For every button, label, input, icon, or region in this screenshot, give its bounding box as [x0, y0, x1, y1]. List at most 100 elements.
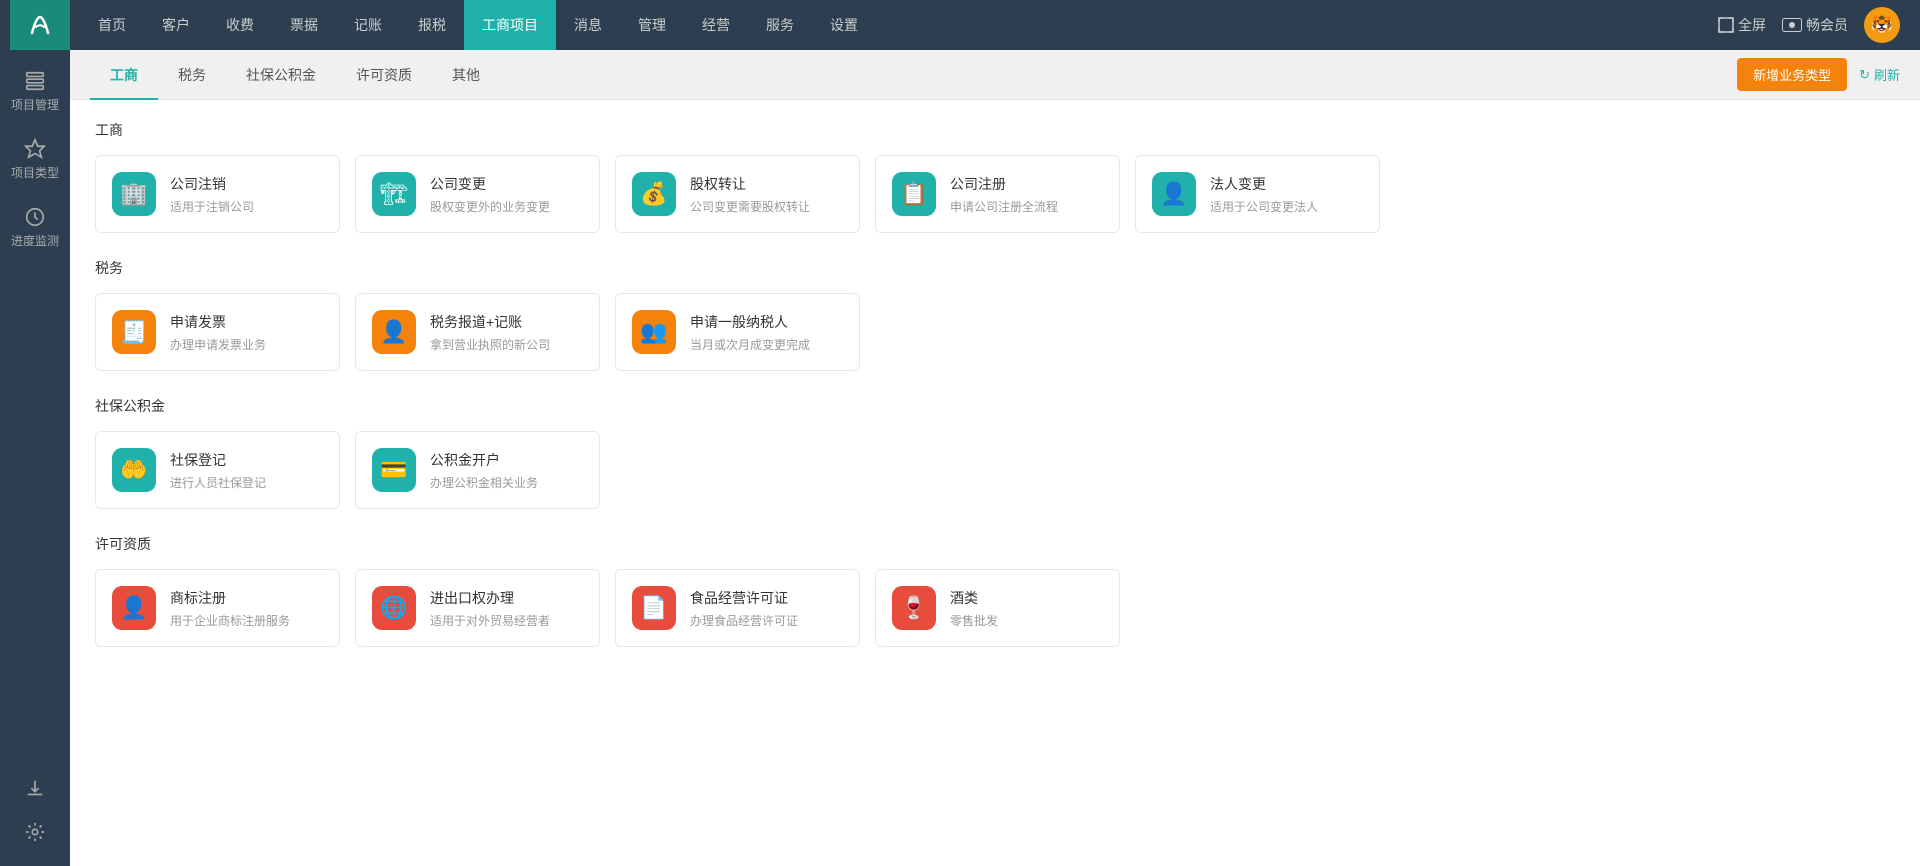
service-card-0-3[interactable]: 📋 公司注册申请公司注册全流程 — [875, 155, 1120, 233]
service-card-3-3[interactable]: 🍷 酒类零售批发 — [875, 569, 1120, 647]
card-icon-3-0: 👤 — [112, 586, 156, 630]
tab-bar: 工商税务社保公积金许可资质其他 新增业务类型 ↻ 刷新 — [70, 50, 1920, 100]
nav-item-5[interactable]: 报税 — [400, 0, 464, 50]
sidebar-item-project-type[interactable]: 项目类型 — [0, 128, 70, 191]
card-text-1-1: 税务报道+记账拿到营业执照的新公司 — [430, 312, 583, 353]
card-desc-0-0: 适用于注销公司 — [170, 198, 323, 215]
service-card-2-1[interactable]: 💳 公积金开户办理公积金相关业务 — [355, 431, 600, 509]
card-icon-3-2: 📄 — [632, 586, 676, 630]
card-desc-3-0: 用于企业商标注册服务 — [170, 612, 323, 629]
card-icon-1-0: 🧾 — [112, 310, 156, 354]
refresh-button[interactable]: ↻ 刷新 — [1859, 65, 1900, 84]
nav-right: 全屏 畅会员 🐯 — [1718, 7, 1910, 43]
new-type-button[interactable]: 新增业务类型 — [1737, 58, 1847, 91]
nav-item-8[interactable]: 管理 — [620, 0, 684, 50]
card-text-3-0: 商标注册用于企业商标注册服务 — [170, 588, 323, 629]
card-text-0-3: 公司注册申请公司注册全流程 — [950, 174, 1103, 215]
service-card-0-1[interactable]: 🏗 公司变更股权变更外的业务变更 — [355, 155, 600, 233]
card-icon-0-2: 💰 — [632, 172, 676, 216]
section-title-2: 社保公积金 — [95, 396, 1895, 416]
nav-item-4[interactable]: 记账 — [336, 0, 400, 50]
card-icon-0-3: 📋 — [892, 172, 936, 216]
card-title-3-1: 进出口权办理 — [430, 588, 583, 608]
card-text-2-0: 社保登记进行人员社保登记 — [170, 450, 323, 491]
card-text-0-0: 公司注销适用于注销公司 — [170, 174, 323, 215]
card-title-3-0: 商标注册 — [170, 588, 323, 608]
service-card-3-2[interactable]: 📄 食品经营许可证办理食品经营许可证 — [615, 569, 860, 647]
tab-bar-right: 新增业务类型 ↻ 刷新 — [1737, 58, 1900, 91]
card-title-1-0: 申请发票 — [170, 312, 323, 332]
card-title-0-4: 法人变更 — [1210, 174, 1363, 194]
card-icon-1-1: 👤 — [372, 310, 416, 354]
card-desc-3-2: 办理食品经营许可证 — [690, 612, 843, 629]
fullscreen-btn[interactable]: 全屏 — [1718, 15, 1766, 35]
nav-item-11[interactable]: 设置 — [812, 0, 876, 50]
vip-label: 畅会员 — [1806, 15, 1848, 35]
card-desc-1-1: 拿到营业执照的新公司 — [430, 336, 583, 353]
tab-3[interactable]: 许可资质 — [336, 50, 432, 100]
vip-btn[interactable]: 畅会员 — [1782, 15, 1848, 35]
sidebar-item-project-mgmt[interactable]: 项目管理 — [0, 60, 70, 123]
scroll-content[interactable]: 工商🏢公司注销适用于注销公司🏗公司变更股权变更外的业务变更💰股权转让公司变更需要… — [70, 100, 1920, 866]
card-icon-0-4: 👤 — [1152, 172, 1196, 216]
card-desc-0-4: 适用于公司变更法人 — [1210, 198, 1363, 215]
cards-grid-0: 🏢公司注销适用于注销公司🏗公司变更股权变更外的业务变更💰股权转让公司变更需要股权… — [95, 155, 1895, 233]
cards-grid-1: 🧾 申请发票办理申请发票业务 👤 税务报道+记账拿到营业执照的新公司 👥 申请一般纳税人当… — [95, 293, 1895, 371]
service-card-3-0[interactable]: 👤 商标注册用于企业商标注册服务 — [95, 569, 340, 647]
card-title-0-2: 股权转让 — [690, 174, 843, 194]
nav-item-2[interactable]: 收费 — [208, 0, 272, 50]
card-icon-3-3: 🍷 — [892, 586, 936, 630]
tab-0[interactable]: 工商 — [90, 50, 158, 100]
card-title-0-1: 公司变更 — [430, 174, 583, 194]
nav-item-10[interactable]: 服务 — [748, 0, 812, 50]
nav-item-3[interactable]: 票据 — [272, 0, 336, 50]
tab-1[interactable]: 税务 — [158, 50, 226, 100]
sidebar-settings-btn[interactable] — [0, 813, 70, 851]
card-title-1-2: 申请一般纳税人 — [690, 312, 843, 332]
refresh-label: 刷新 — [1874, 65, 1900, 84]
tab-2[interactable]: 社保公积金 — [226, 50, 336, 100]
tab-4[interactable]: 其他 — [432, 50, 500, 100]
card-title-1-1: 税务报道+记账 — [430, 312, 583, 332]
section-title-0: 工商 — [95, 120, 1895, 140]
service-card-0-4[interactable]: 👤 法人变更适用于公司变更法人 — [1135, 155, 1380, 233]
nav-item-7[interactable]: 消息 — [556, 0, 620, 50]
card-text-3-2: 食品经营许可证办理食品经营许可证 — [690, 588, 843, 629]
card-desc-3-3: 零售批发 — [950, 612, 1103, 629]
section-title-3: 许可资质 — [95, 534, 1895, 554]
content-area: 工商税务社保公积金许可资质其他 新增业务类型 ↻ 刷新 工商🏢公司注销适用于注销… — [70, 50, 1920, 866]
card-title-0-3: 公司注册 — [950, 174, 1103, 194]
card-desc-1-0: 办理申请发票业务 — [170, 336, 323, 353]
nav-item-6[interactable]: 工商项目 — [464, 0, 556, 50]
sidebar-download-btn[interactable] — [0, 770, 70, 808]
card-desc-1-2: 当月或次月成变更完成 — [690, 336, 843, 353]
nav-item-1[interactable]: 客户 — [144, 0, 208, 50]
service-card-3-1[interactable]: 🌐 进出口权办理适用于对外贸易经营者 — [355, 569, 600, 647]
service-card-1-0[interactable]: 🧾 申请发票办理申请发票业务 — [95, 293, 340, 371]
card-icon-0-1: 🏗 — [372, 172, 416, 216]
service-card-0-0[interactable]: 🏢 公司注销适用于注销公司 — [95, 155, 340, 233]
service-card-1-1[interactable]: 👤 税务报道+记账拿到营业执照的新公司 — [355, 293, 600, 371]
card-desc-0-3: 申请公司注册全流程 — [950, 198, 1103, 215]
section-title-1: 税务 — [95, 258, 1895, 278]
card-text-1-0: 申请发票办理申请发票业务 — [170, 312, 323, 353]
service-card-2-0[interactable]: 🤲社保登记进行人员社保登记 — [95, 431, 340, 509]
nav-item-9[interactable]: 经营 — [684, 0, 748, 50]
refresh-icon: ↻ — [1859, 67, 1870, 83]
sidebar-item-progress[interactable]: 进度监测 — [0, 196, 70, 259]
logo — [10, 0, 70, 50]
main-layout: 项目管理 项目类型 进度监测 — [0, 50, 1920, 866]
card-text-3-1: 进出口权办理适用于对外贸易经营者 — [430, 588, 583, 629]
card-text-3-3: 酒类零售批发 — [950, 588, 1103, 629]
card-icon-1-2: 👥 — [632, 310, 676, 354]
top-navigation: 首页客户收费票据记账报税工商项目消息管理经营服务设置 全屏 畅会员 🐯 — [0, 0, 1920, 50]
card-icon-3-1: 🌐 — [372, 586, 416, 630]
card-icon-0-0: 🏢 — [112, 172, 156, 216]
service-card-1-2[interactable]: 👥 申请一般纳税人当月或次月成变更完成 — [615, 293, 860, 371]
nav-item-0[interactable]: 首页 — [80, 0, 144, 50]
card-title-2-0: 社保登记 — [170, 450, 323, 470]
service-card-0-2[interactable]: 💰股权转让公司变更需要股权转让 — [615, 155, 860, 233]
card-icon-2-1: 💳 — [372, 448, 416, 492]
card-text-0-1: 公司变更股权变更外的业务变更 — [430, 174, 583, 215]
card-text-2-1: 公积金开户办理公积金相关业务 — [430, 450, 583, 491]
